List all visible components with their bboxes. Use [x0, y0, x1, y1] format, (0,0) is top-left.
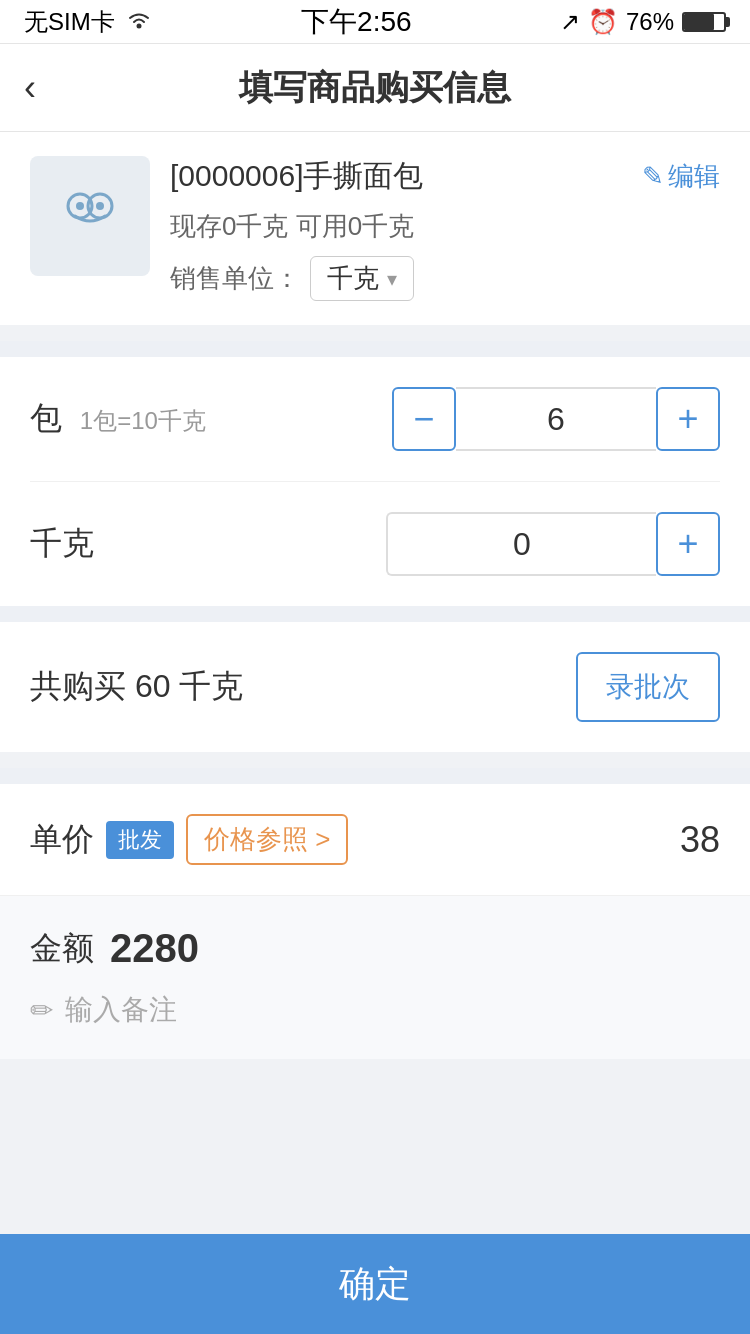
back-button[interactable]: ‹: [24, 67, 36, 109]
section-divider-3: [0, 768, 750, 784]
unit-kg: 千克: [30, 525, 94, 561]
remark-placeholder: 输入备注: [65, 991, 177, 1029]
price-label: 单价: [30, 818, 94, 862]
carrier-text: 无SIM卡: [24, 6, 115, 38]
unit-bao-hint: 1包=10千克: [80, 407, 206, 434]
amount-label: 金额: [30, 927, 94, 971]
quantity-label-bao: 包 1包=10千克: [30, 397, 206, 441]
quantity-label-kg: 千克: [30, 522, 94, 566]
quantity-controls-kg: +: [386, 512, 720, 576]
edit-button[interactable]: ✎ 编辑: [642, 159, 720, 194]
wifi-icon: [125, 8, 153, 36]
amount-row: 金额 2280: [30, 926, 720, 971]
decrement-bao-button[interactable]: −: [392, 387, 456, 451]
battery-percent: 76%: [626, 8, 674, 36]
price-section: 单价 批发 价格参照 > 38: [0, 784, 750, 896]
product-unit-row: 销售单位： 千克 ▾: [170, 256, 720, 301]
battery-icon: [682, 12, 726, 32]
page-title: 填写商品购买信息: [239, 65, 511, 111]
quantity-input-bao[interactable]: [456, 387, 656, 451]
edit-label: 编辑: [668, 159, 720, 194]
product-name-row: [0000006]手撕面包 ✎ 编辑: [170, 156, 720, 197]
pencil-icon: ✏: [30, 994, 53, 1027]
confirm-button-label: 确定: [339, 1260, 411, 1309]
plus-icon: +: [677, 398, 698, 440]
summary-section: 共购买 60 千克 录批次: [0, 622, 750, 752]
increment-kg-button[interactable]: +: [656, 512, 720, 576]
svg-point-0: [136, 23, 141, 28]
product-card: [0000006]手撕面包 ✎ 编辑 现存0千克 可用0千克 销售单位： 千克 …: [0, 132, 750, 325]
confirm-button[interactable]: 确定: [0, 1234, 750, 1334]
price-tag: 批发: [106, 821, 174, 859]
location-icon: ↗: [560, 8, 580, 36]
back-icon: ‹: [24, 67, 36, 108]
quantity-section: 包 1包=10千克 − + 千克 +: [0, 357, 750, 606]
summary-text: 共购买 60 千克: [30, 665, 243, 709]
status-left: 无SIM卡: [24, 6, 153, 38]
amount-value: 2280: [110, 926, 199, 971]
plus-icon-kg: +: [677, 523, 698, 565]
edit-icon: ✎: [642, 161, 664, 192]
alarm-icon: ⏰: [588, 8, 618, 36]
batch-button-label: 录批次: [606, 671, 690, 702]
chevron-down-icon: ▾: [387, 267, 397, 291]
product-thumbnail-icon: [60, 186, 120, 247]
price-reference-button[interactable]: 价格参照 >: [186, 814, 348, 865]
batch-button[interactable]: 录批次: [576, 652, 720, 722]
product-stock: 现存0千克 可用0千克: [170, 209, 720, 244]
price-reference-label: 价格参照 >: [204, 822, 330, 857]
unit-value: 千克: [327, 261, 379, 296]
amount-section: 金额 2280 ✏ 输入备注: [0, 896, 750, 1059]
minus-icon: −: [413, 398, 434, 440]
quantity-controls-bao: − +: [392, 387, 720, 451]
unit-bao: 包: [30, 400, 62, 436]
quantity-row-kg: 千克 +: [30, 482, 720, 606]
status-right: ↗ ⏰ 76%: [560, 8, 726, 36]
product-info: [0000006]手撕面包 ✎ 编辑 现存0千克 可用0千克 销售单位： 千克 …: [170, 156, 720, 301]
section-divider-1: [0, 341, 750, 357]
unit-selector[interactable]: 千克 ▾: [310, 256, 414, 301]
quantity-input-kg[interactable]: [386, 512, 656, 576]
svg-point-3: [76, 202, 84, 210]
price-label-group: 单价 批发 价格参照 >: [30, 814, 348, 865]
status-time: 下午2:56: [301, 3, 412, 41]
product-name: [0000006]手撕面包: [170, 156, 423, 197]
remark-row[interactable]: ✏ 输入备注: [30, 991, 720, 1029]
product-image: [30, 156, 150, 276]
section-divider-2: [0, 606, 750, 622]
increment-bao-button[interactable]: +: [656, 387, 720, 451]
svg-point-4: [96, 202, 104, 210]
unit-label: 销售单位：: [170, 261, 300, 296]
price-value: 38: [680, 819, 720, 861]
price-row: 单价 批发 价格参照 > 38: [30, 814, 720, 865]
main-content: [0000006]手撕面包 ✎ 编辑 现存0千克 可用0千克 销售单位： 千克 …: [0, 132, 750, 1334]
status-bar: 无SIM卡 下午2:56 ↗ ⏰ 76%: [0, 0, 750, 44]
quantity-row-bao: 包 1包=10千克 − +: [30, 357, 720, 482]
nav-bar: ‹ 填写商品购买信息: [0, 44, 750, 132]
